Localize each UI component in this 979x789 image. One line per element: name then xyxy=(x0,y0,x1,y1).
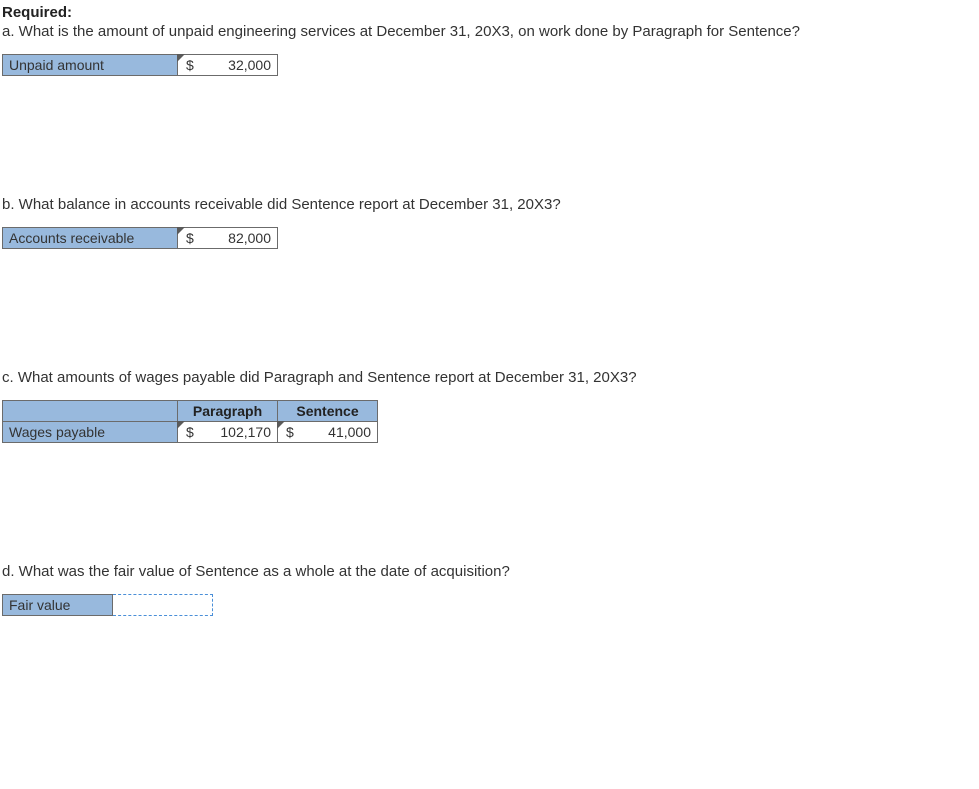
header-paragraph: Paragraph xyxy=(178,401,278,422)
tick-icon xyxy=(277,421,285,429)
tick-icon xyxy=(177,227,185,235)
amount-value: 102,170 xyxy=(220,424,273,440)
value-fair-value[interactable] xyxy=(113,595,213,616)
tick-icon xyxy=(177,421,185,429)
header-sentence: Sentence xyxy=(278,401,378,422)
section-d: d. What was the fair value of Sentence a… xyxy=(2,563,979,616)
value-paragraph[interactable]: $ 102,170 xyxy=(178,422,278,443)
value-sentence[interactable]: $ 41,000 xyxy=(278,422,378,443)
table-b: Accounts receivable $ 82,000 xyxy=(2,227,278,249)
section-c: c. What amounts of wages payable did Par… xyxy=(2,369,979,443)
question-d: d. What was the fair value of Sentence a… xyxy=(2,563,979,580)
amount-value: 32,000 xyxy=(228,57,273,73)
question-b: b. What balance in accounts receivable d… xyxy=(2,196,979,213)
section-b: b. What balance in accounts receivable d… xyxy=(2,196,979,249)
table-c: Paragraph Sentence Wages payable $ 102,1… xyxy=(2,400,378,443)
amount-value: 82,000 xyxy=(228,230,273,246)
question-a: a. What is the amount of unpaid engineer… xyxy=(2,23,979,40)
table-d: Fair value xyxy=(2,594,213,616)
question-c: c. What amounts of wages payable did Par… xyxy=(2,369,979,386)
amount-value: 41,000 xyxy=(328,424,373,440)
empty-header-cell xyxy=(3,401,178,422)
table-a: Unpaid amount $ 32,000 xyxy=(2,54,278,76)
section-a: a. What is the amount of unpaid engineer… xyxy=(2,23,979,76)
value-unpaid-amount[interactable]: $ 32,000 xyxy=(178,55,278,76)
label-accounts-receivable: Accounts receivable xyxy=(3,228,178,249)
label-unpaid-amount: Unpaid amount xyxy=(3,55,178,76)
label-wages-payable: Wages payable xyxy=(3,422,178,443)
required-heading: Required: xyxy=(2,4,979,21)
value-accounts-receivable[interactable]: $ 82,000 xyxy=(178,228,278,249)
tick-icon xyxy=(177,54,185,62)
label-fair-value: Fair value xyxy=(3,595,113,616)
